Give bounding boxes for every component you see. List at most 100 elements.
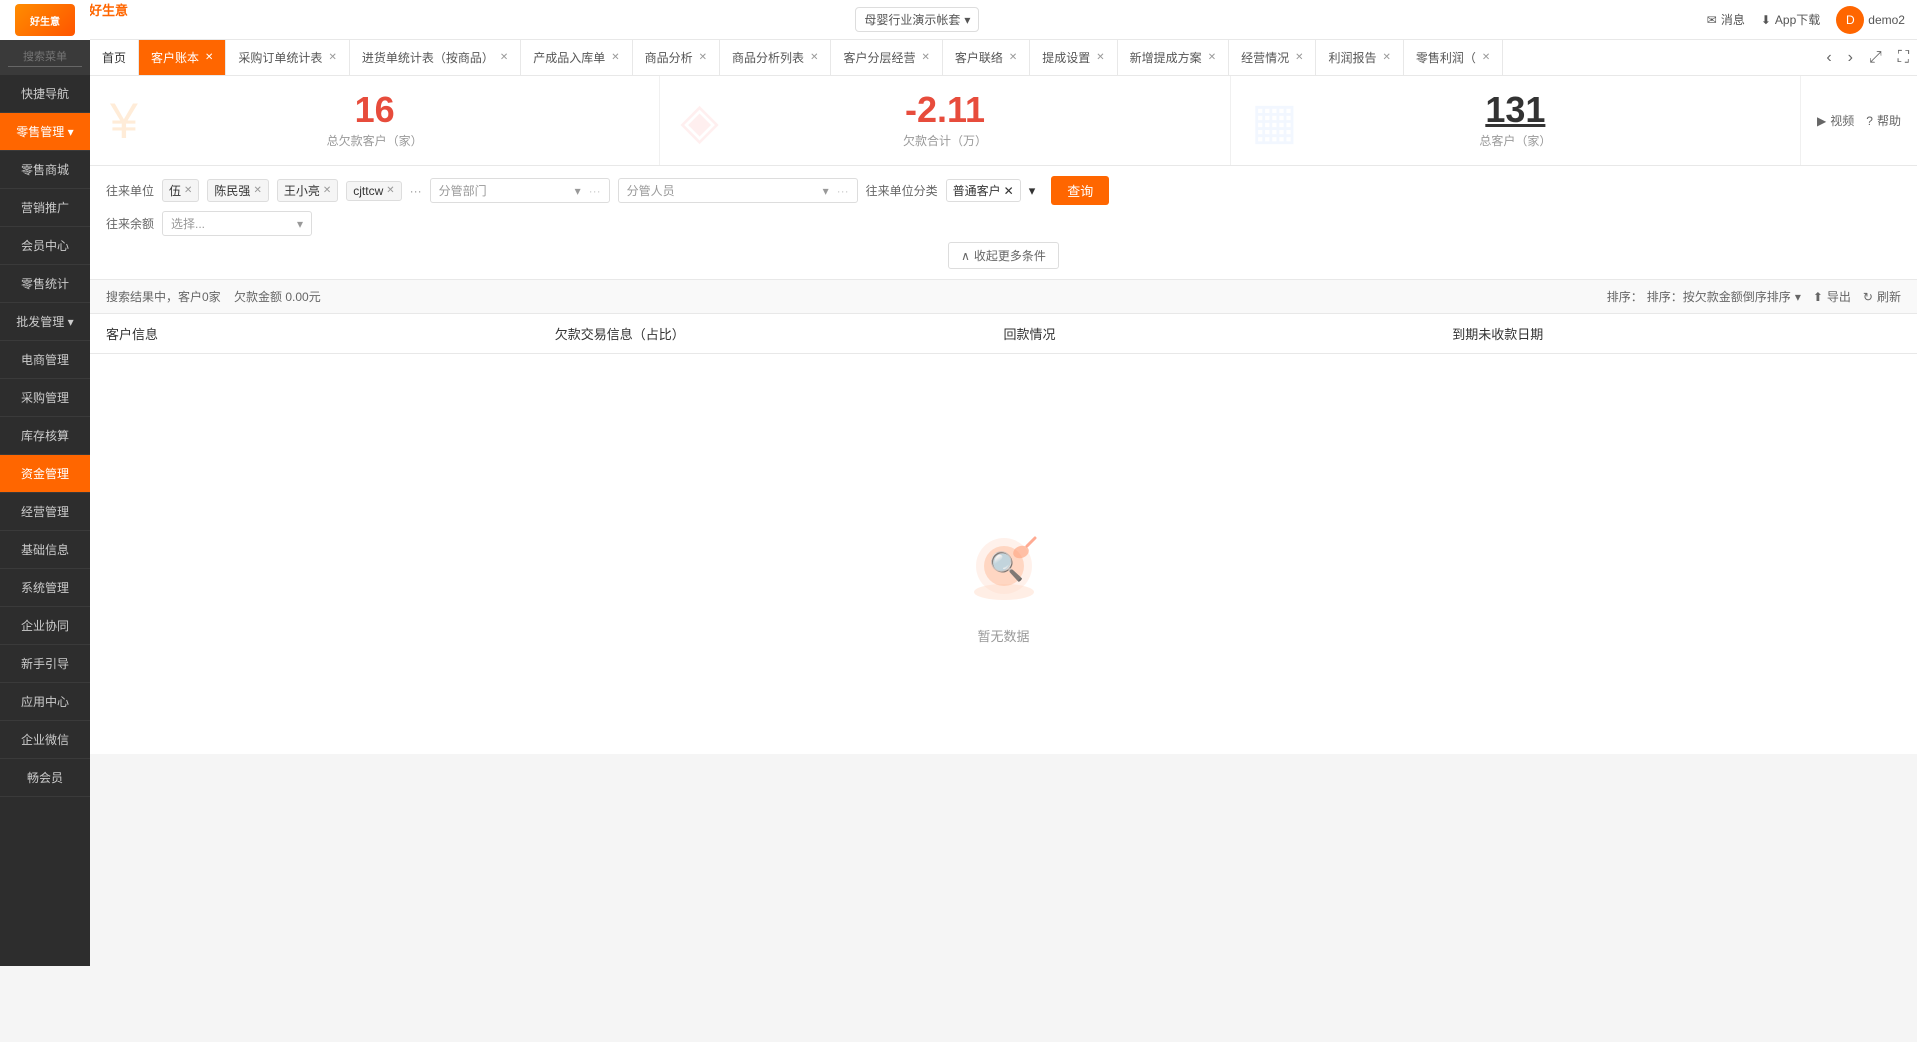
sidebar-item-purchase[interactable]: 采购管理 (0, 379, 90, 417)
close-icon[interactable]: ✕ (1208, 52, 1216, 63)
collapse-button[interactable]: ∧ 收起更多条件 (948, 242, 1059, 269)
export-button[interactable]: ⬆ 导出 (1813, 288, 1851, 305)
tab-expand-button[interactable]: ⤢ (1861, 49, 1890, 67)
close-icon[interactable]: ✕ (500, 52, 508, 63)
tab-instock-stat[interactable]: 进货单统计表（按商品） ✕ (350, 40, 521, 76)
tab-propose-settings[interactable]: 提成设置 ✕ (1030, 40, 1117, 76)
tab-fullscreen-button[interactable]: ⛶ (1890, 49, 1917, 67)
sidebar-item-wholesale-mgmt[interactable]: 批发管理 ▾ (0, 303, 90, 341)
filter-bar: 往来单位 伍 ✕ 陈民强 ✕ 王小亮 ✕ cjttcw ✕ ··· 分管部门 ▾… (90, 166, 1917, 280)
col-repayment: 回款情况 (1004, 324, 1453, 343)
remove-tag-unit1[interactable]: ✕ (184, 185, 192, 196)
tab-customer-tier[interactable]: 客户分层经营 ✕ (831, 40, 942, 76)
refresh-button[interactable]: ↻ 刷新 (1863, 288, 1901, 305)
sidebar-nav: 快捷导航 零售管理 ▾ 零售商城 营销推广 会员中心 零售统计 批发管理 ▾ 电… (0, 75, 90, 966)
sidebar-item-retail-stats[interactable]: 零售统计 (0, 265, 90, 303)
tab-retail-profit[interactable]: 零售利润（ ✕ (1404, 40, 1503, 76)
sidebar-item-member-center[interactable]: 会员中心 (0, 227, 90, 265)
remove-tag-unit2[interactable]: ✕ (253, 185, 261, 196)
close-icon[interactable]: ✕ (810, 52, 818, 63)
filter-person-select[interactable]: 分管人员 ▾ ··· (618, 178, 858, 203)
filter-balance-select[interactable]: 选择... ▾ (162, 211, 312, 236)
main-content: ¥ 16 总欠款客户（家） ◈ -2.11 欠款合计（万） ▦ 131 总客户（… (90, 76, 1917, 966)
stats-bar: ¥ 16 总欠款客户（家） ◈ -2.11 欠款合计（万） ▦ 131 总客户（… (90, 76, 1917, 166)
filter-tag-unit4[interactable]: cjttcw ✕ (346, 181, 401, 201)
tab-home[interactable]: 首页 (90, 40, 139, 76)
close-icon[interactable]: ✕ (1009, 52, 1017, 63)
sidebar-item-enterprise-collab[interactable]: 企业协同 (0, 607, 90, 645)
remove-tag-unit-type[interactable]: ✕ (1004, 184, 1014, 198)
stat-value-credit-customers: 16 (355, 92, 395, 128)
app-download-button[interactable]: ⬇ App下载 (1761, 11, 1820, 28)
sidebar-item-enterprise-wechat[interactable]: 企业微信 (0, 721, 90, 759)
close-icon[interactable]: ✕ (1295, 52, 1303, 63)
empty-icon-container: 🔍 (959, 524, 1049, 614)
filter-dept-select[interactable]: 分管部门 ▾ ··· (430, 178, 610, 203)
export-icon: ⬆ (1813, 290, 1823, 304)
close-icon[interactable]: ✕ (328, 52, 336, 63)
query-button[interactable]: 查询 (1051, 176, 1109, 205)
user-profile[interactable]: D demo2 (1836, 6, 1905, 34)
sidebar-item-capital-mgmt[interactable]: 资金管理 (0, 455, 90, 493)
sidebar-item-app-center[interactable]: 应用中心 (0, 683, 90, 721)
account-dropdown[interactable]: 母婴行业演示帐套 ▾ (855, 7, 979, 32)
tab-product-analysis[interactable]: 商品分析 ✕ (633, 40, 720, 76)
tab-profit-report[interactable]: 利润报告 ✕ (1316, 40, 1403, 76)
refresh-icon: ↻ (1863, 290, 1873, 304)
sidebar-item-system-mgmt[interactable]: 系统管理 (0, 569, 90, 607)
close-icon[interactable]: ✕ (205, 52, 213, 63)
sidebar: 好生意 快捷导航 零售管理 ▾ 零售商城 营销推广 会员中心 零售统计 批发管理… (0, 0, 90, 966)
close-icon[interactable]: ✕ (699, 52, 707, 63)
close-icon[interactable]: ✕ (921, 52, 929, 63)
close-icon[interactable]: ✕ (1096, 52, 1104, 63)
filter-unit-label: 往来单位 (106, 182, 154, 199)
sidebar-item-operation-mgmt[interactable]: 经营管理 (0, 493, 90, 531)
expand-icon: ▾ (68, 315, 74, 329)
tab-customer-account[interactable]: 客户账本 ✕ (139, 40, 226, 76)
tab-product-stock[interactable]: 产成品入库单 ✕ (521, 40, 632, 76)
sidebar-item-vip-member[interactable]: 畅会员 (0, 759, 90, 797)
sidebar-item-basic-info[interactable]: 基础信息 (0, 531, 90, 569)
results-bar: 搜索结果中，客户0家 欠款金额 0.00元 排序： 排序：按欠款金额倒序排序 ▾… (90, 280, 1917, 314)
filter-more-btn[interactable]: ··· (410, 184, 422, 198)
chevron-up-icon: ∧ (961, 249, 970, 263)
filter-tag-unit2[interactable]: 陈民强 ✕ (207, 179, 268, 202)
filter-tag-unit1[interactable]: 伍 ✕ (162, 179, 199, 202)
help-button[interactable]: ? 帮助 (1866, 112, 1901, 129)
table-body: 🔍 暂无数据 (90, 354, 1917, 754)
tab-prev-button[interactable]: ‹ (1818, 49, 1839, 67)
close-icon[interactable]: ✕ (1383, 52, 1391, 63)
stat-value-credit-amount: -2.11 (905, 92, 985, 128)
close-icon[interactable]: ✕ (611, 52, 619, 63)
tab-customer-contact[interactable]: 客户联络 ✕ (943, 40, 1030, 76)
message-button[interactable]: ✉ 消息 (1707, 11, 1745, 28)
filter-row-1: 往来单位 伍 ✕ 陈民强 ✕ 王小亮 ✕ cjttcw ✕ ··· 分管部门 ▾… (106, 176, 1901, 205)
tab-purchase-order[interactable]: 采购订单统计表 ✕ (226, 40, 349, 76)
close-icon[interactable]: ✕ (1482, 52, 1490, 63)
filter-tag-unit-type[interactable]: 普通客户 ✕ (946, 179, 1021, 202)
sidebar-item-marketing[interactable]: 营销推广 (0, 189, 90, 227)
tab-new-proposal[interactable]: 新增提成方案 ✕ (1118, 40, 1229, 76)
sidebar-item-retail-mgmt[interactable]: 零售管理 ▾ (0, 113, 90, 151)
sidebar-item-inventory[interactable]: 库存核算 (0, 417, 90, 455)
video-button[interactable]: ▶ 视频 (1817, 112, 1854, 129)
chevron-down-icon: ▾ (1029, 183, 1036, 199)
sidebar-item-retail-mall[interactable]: 零售商城 (0, 151, 90, 189)
filter-unit-type-dropdown[interactable]: ▾ (1029, 183, 1036, 199)
search-input[interactable] (8, 48, 82, 67)
tab-product-analysis-list[interactable]: 商品分析列表 ✕ (720, 40, 831, 76)
sidebar-item-ecommerce[interactable]: 电商管理 (0, 341, 90, 379)
tab-next-button[interactable]: › (1840, 49, 1861, 67)
sidebar-item-quick-nav[interactable]: 快捷导航 (0, 75, 90, 113)
sidebar-logo-inner: 好生意 (15, 4, 75, 36)
play-icon: ▶ (1817, 114, 1826, 128)
sidebar-item-new-guide[interactable]: 新手引导 (0, 645, 90, 683)
sort-select[interactable]: 排序： 排序：按欠款金额倒序排序 ▾ (1607, 288, 1801, 305)
remove-tag-unit3[interactable]: ✕ (323, 185, 331, 196)
filter-unit-type-label: 往来单位分类 (866, 182, 938, 199)
filter-tag-unit3[interactable]: 王小亮 ✕ (277, 179, 338, 202)
sidebar-logo: 好生意 (0, 0, 90, 40)
remove-tag-unit4[interactable]: ✕ (386, 185, 394, 196)
stat-bg-icon-credit: ¥ (110, 92, 138, 150)
tab-operation[interactable]: 经营情况 ✕ (1229, 40, 1316, 76)
